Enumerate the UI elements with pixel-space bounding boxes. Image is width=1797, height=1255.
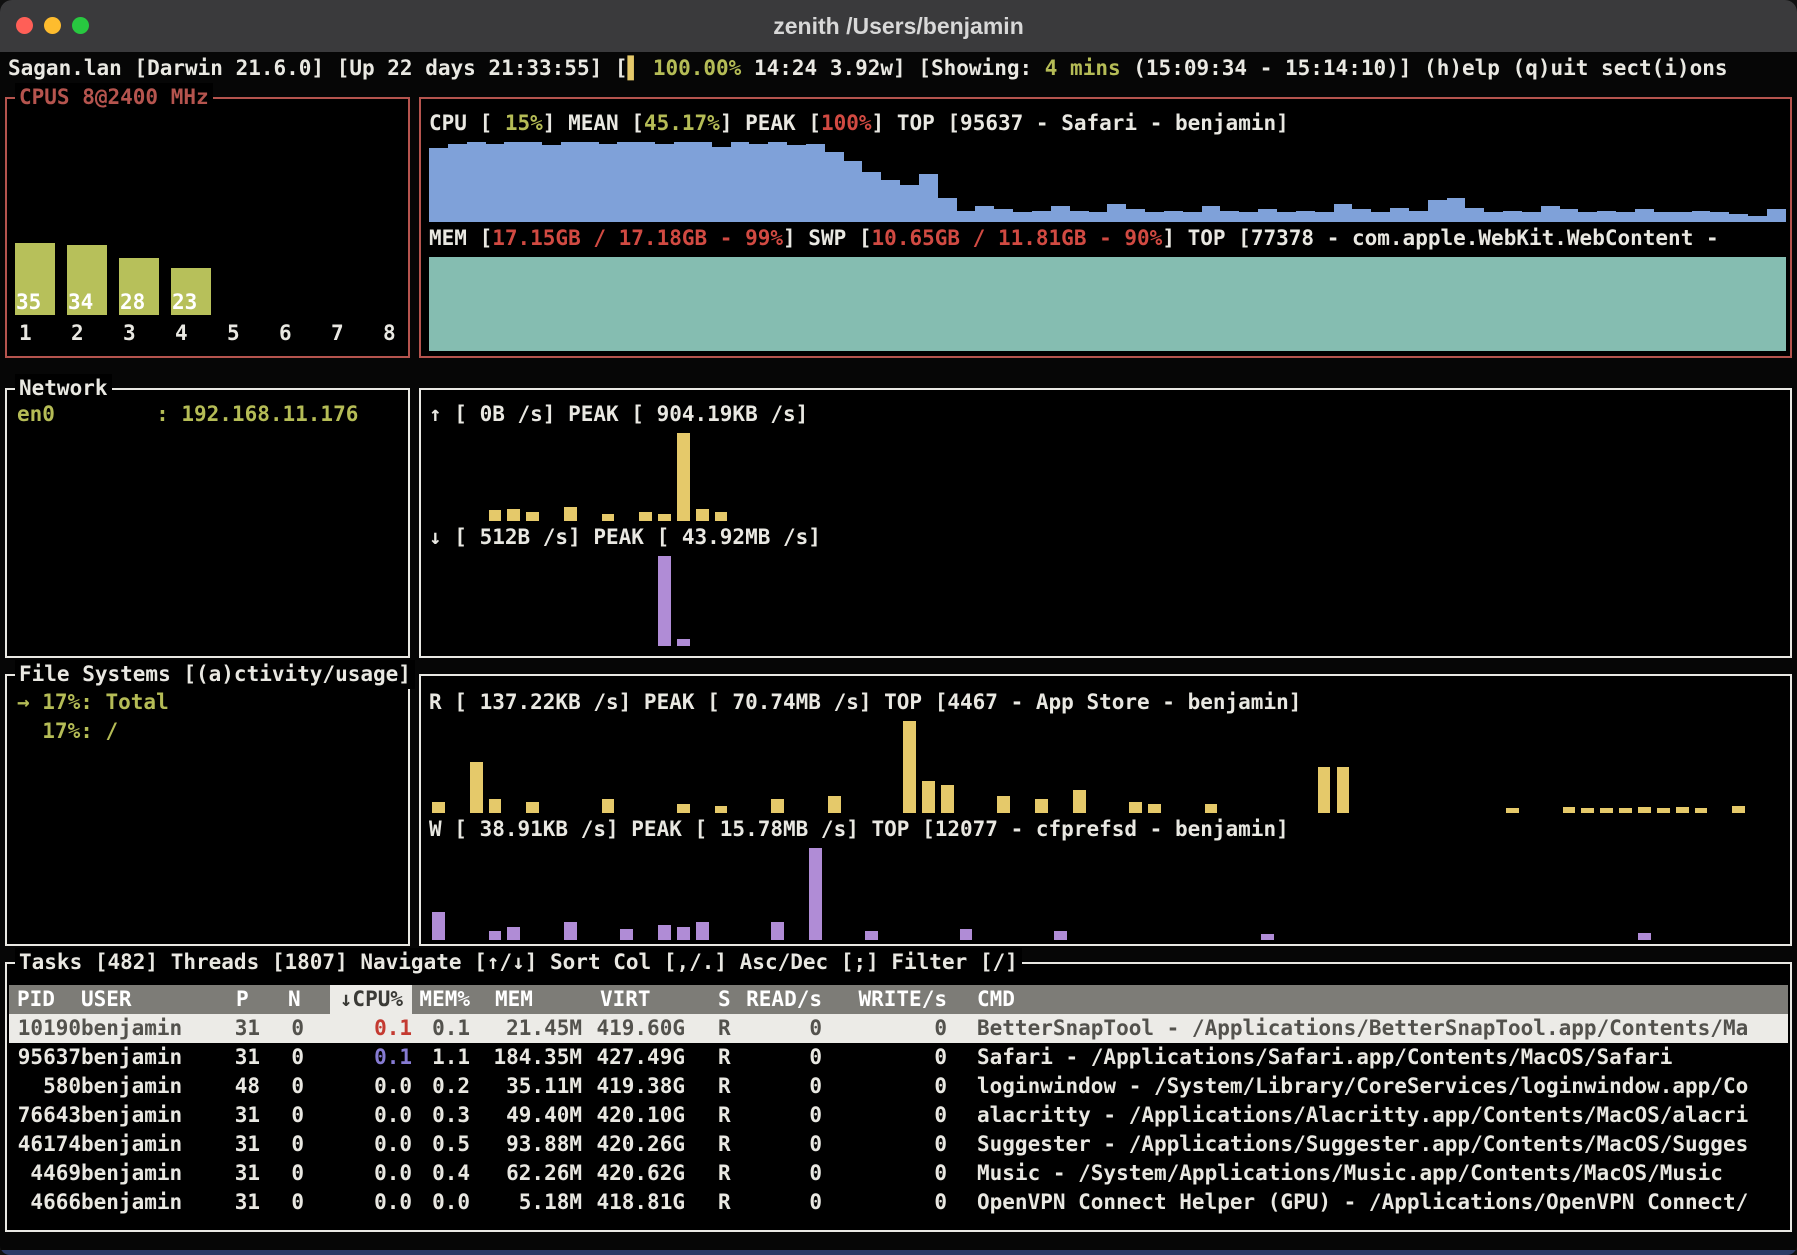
- cpu-history-chart: [429, 142, 1786, 222]
- task-row[interactable]: 10190benjamin3100.10.121.45M419.60GR00Be…: [9, 1014, 1788, 1043]
- window-bottom-edge: [0, 1250, 1797, 1255]
- filesystems-panel-title: File Systems [(a)ctivity/usage]: [15, 660, 415, 689]
- tasks-table-header[interactable]: PIDUSERPN↓CPU%MEM%MEMVIRTSREAD/sWRITE/sC…: [9, 985, 1788, 1014]
- task-row[interactable]: 4666benjamin3100.00.05.18M418.81GR00Open…: [9, 1188, 1788, 1217]
- cpu-core-axis: 12345678: [15, 319, 431, 348]
- filesystems-panel: File Systems [(a)ctivity/usage] → 17%: T…: [5, 674, 410, 946]
- filesystem-root-line[interactable]: 17%: /: [17, 717, 118, 746]
- terminal-window: zenith /Users/benjamin Sagan.lan [Darwin…: [0, 0, 1797, 1255]
- titlebar: zenith /Users/benjamin: [0, 0, 1797, 52]
- filesystems-graph-panel: R [ 137.22KB /s] PEAK [ 70.74MB /s] TOP …: [419, 674, 1792, 946]
- cpu-cores-panel: CPUS 8@2400 MHz 35342823 12345678: [5, 97, 410, 358]
- filesystem-total-line[interactable]: → 17%: Total: [17, 688, 169, 717]
- status-line: Sagan.lan [Darwin 21.6.0] [Up 22 days 21…: [0, 54, 1797, 88]
- task-row[interactable]: 95637benjamin3100.11.1184.35M427.49GR00S…: [9, 1043, 1788, 1072]
- cpu-core-bars-chart: 35342823: [15, 108, 431, 315]
- fs-read-line: R [ 137.22KB /s] PEAK [ 70.74MB /s] TOP …: [429, 688, 1788, 717]
- network-panel: Network en0 : 192.168.11.176: [5, 388, 410, 658]
- minimize-button[interactable]: [44, 17, 61, 34]
- fs-write-line: W [ 38.91KB /s] PEAK [ 15.78MB /s] TOP […: [429, 815, 1788, 844]
- network-graph-panel: ↑ [ 0B /s] PEAK [ 904.19KB /s] ↓ [ 512B …: [419, 388, 1792, 658]
- close-button[interactable]: [16, 17, 33, 34]
- traffic-lights: [16, 17, 89, 34]
- mem-summary-line: MEM [17.15GB / 17.18GB - 99%] SWP [10.65…: [429, 224, 1788, 253]
- network-panel-title: Network: [15, 374, 112, 403]
- zoom-button[interactable]: [72, 17, 89, 34]
- fs-write-chart: [429, 848, 1786, 940]
- tasks-panel: Tasks [482] Threads [1807] Navigate [↑/↓…: [5, 962, 1792, 1232]
- task-row[interactable]: 46174benjamin3100.00.593.88M420.26GR00Su…: [9, 1130, 1788, 1159]
- network-upload-chart: [429, 433, 1786, 521]
- window-title: zenith /Users/benjamin: [0, 0, 1797, 52]
- cpu-summary-line: CPU [ 15%] MEAN [45.17%] PEAK [100%] TOP…: [429, 109, 1788, 138]
- network-interface-line: en0 : 192.168.11.176: [17, 400, 358, 429]
- mem-history-chart: [429, 256, 1786, 351]
- network-upload-line: ↑ [ 0B /s] PEAK [ 904.19KB /s]: [429, 400, 1788, 429]
- tasks-table-rows: 10190benjamin3100.10.121.45M419.60GR00Be…: [9, 1014, 1788, 1217]
- task-row[interactable]: 76643benjamin3100.00.349.40M420.10GR00al…: [9, 1101, 1788, 1130]
- network-download-line: ↓ [ 512B /s] PEAK [ 43.92MB /s]: [429, 523, 1788, 552]
- tasks-panel-title: Tasks [482] Threads [1807] Navigate [↑/↓…: [15, 948, 1022, 977]
- cpu-mem-graph-panel: CPU [ 15%] MEAN [45.17%] PEAK [100%] TOP…: [419, 97, 1792, 358]
- network-download-chart: [429, 556, 1786, 646]
- task-row[interactable]: 4469benjamin3100.00.462.26M420.62GR00Mus…: [9, 1159, 1788, 1188]
- task-row[interactable]: 580benjamin4800.00.235.11M419.38GR00logi…: [9, 1072, 1788, 1101]
- fs-read-chart: [429, 721, 1786, 813]
